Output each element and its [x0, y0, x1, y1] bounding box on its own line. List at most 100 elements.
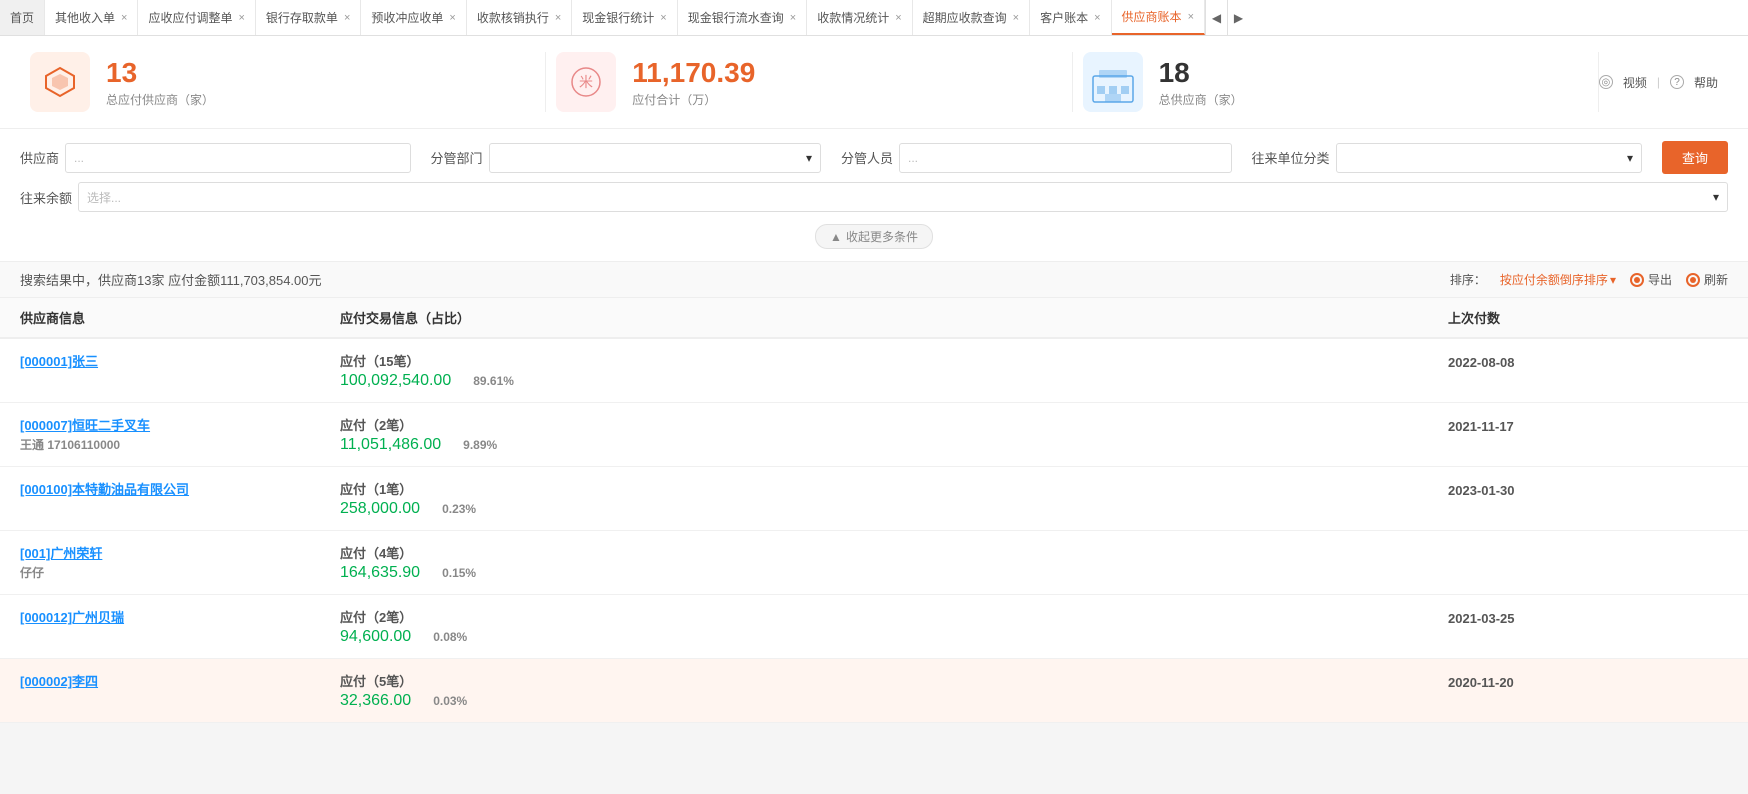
- row-1-tx-label: 应付（15笔）: [340, 351, 1448, 370]
- nav-tab-cash-flow-close[interactable]: ×: [790, 12, 796, 24]
- supplier-input[interactable]: ...: [65, 143, 410, 173]
- row-3-transaction: 应付（1笔） 258,000.00 0.23%: [340, 479, 1448, 518]
- row-2-tx-amount: 11,051,486.00: [340, 436, 441, 454]
- filter-person: 分管人员 ...: [841, 143, 1232, 173]
- row-4-supplier-link[interactable]: [001]广州荣轩: [20, 546, 102, 561]
- row-2-tx-row: 11,051,486.00 9.89%: [340, 436, 1448, 454]
- dept-select[interactable]: ▾: [489, 143, 821, 173]
- nav-tab-cash-flow-label: 现金银行流水查询: [688, 9, 784, 26]
- nav-tab-adjustment[interactable]: 应收应付调整单 ×: [138, 0, 255, 35]
- sort-select[interactable]: 按应付余额倒序排序 ▾: [1500, 271, 1616, 288]
- row-5-supplier-link[interactable]: [000012]广州贝瑞: [20, 610, 124, 625]
- nav-next-arrow[interactable]: ▶: [1227, 0, 1249, 35]
- nav-tab-home[interactable]: 首页: [0, 0, 45, 35]
- nav-tab-overdue-label: 超期应收款查询: [923, 9, 1007, 26]
- nav-tab-prepay[interactable]: 预收冲应收单 ×: [361, 0, 466, 35]
- nav-tab-bank-deposit[interactable]: 银行存取款单 ×: [256, 0, 361, 35]
- row-2-supplier-link[interactable]: [000007]恒旺二手叉车: [20, 418, 150, 433]
- row-3-supplier-link[interactable]: [000100]本特勤油品有限公司: [20, 482, 189, 497]
- results-summary: 搜索结果中，供应商13家 应付金额111,703,854.00元: [20, 270, 322, 289]
- nav-tab-cash-bank-stat-close[interactable]: ×: [660, 12, 666, 24]
- row-4-tx-row: 164,635.90 0.15%: [340, 564, 1448, 582]
- dept-dropdown-icon: ▾: [806, 151, 812, 165]
- payable-suppliers-text: 13 总应付供应商（家）: [106, 56, 214, 109]
- nav-tab-overdue[interactable]: 超期应收款查询 ×: [913, 0, 1030, 35]
- filter-supplier: 供应商 ...: [20, 143, 411, 173]
- nav-tab-cash-bank-stat[interactable]: 现金银行统计 ×: [572, 0, 677, 35]
- video-link[interactable]: 视频: [1623, 74, 1647, 91]
- help-link[interactable]: 帮助: [1694, 74, 1718, 91]
- filter-bar: 供应商 ... 分管部门 ▾ 分管人员 ... 往来单位分类: [0, 129, 1748, 262]
- filter-row-1: 供应商 ... 分管部门 ▾ 分管人员 ... 往来单位分类: [20, 141, 1728, 174]
- nav-tab-other-income[interactable]: 其他收入单 ×: [45, 0, 138, 35]
- nav-tab-customer-ledger-label: 客户账本: [1040, 9, 1088, 26]
- row-5-last-pay: 2021-03-25: [1448, 607, 1648, 626]
- row-6-supplier-id: [000002]李四: [20, 674, 98, 689]
- row-5-supplier-id: [000012]广州贝瑞: [20, 610, 124, 625]
- table-row: [000012]广州贝瑞 应付（2笔） 94,600.00 0.08% 2021…: [0, 595, 1748, 659]
- refresh-radio-icon: [1686, 273, 1700, 287]
- balance-select[interactable]: 选择... ▾: [78, 182, 1728, 212]
- row-4-supplier: [001]广州荣轩 仔仔: [20, 543, 340, 581]
- nav-tab-receipt-stat-close[interactable]: ×: [895, 12, 901, 24]
- top-right-links: ◎ 视频 | ? 帮助: [1599, 74, 1728, 91]
- payable-supplier-icon: [30, 52, 90, 112]
- nav-tab-verify-label: 收款核销执行: [477, 9, 549, 26]
- table-row: [001]广州荣轩 仔仔 应付（4笔） 164,635.90 0.15%: [0, 531, 1748, 595]
- export-button[interactable]: 导出: [1630, 271, 1672, 288]
- collapse-up-icon: ▲: [830, 230, 842, 244]
- nav-tab-verify-close[interactable]: ×: [555, 12, 561, 24]
- nav-tab-supplier-ledger-close[interactable]: ×: [1188, 11, 1194, 23]
- nav-tab-customer-ledger-close[interactable]: ×: [1094, 12, 1100, 24]
- row-6-tx-label: 应付（5笔）: [340, 671, 1448, 690]
- summary-card-payable-suppliers: 13 总应付供应商（家）: [20, 52, 546, 112]
- row-2-supplier: [000007]恒旺二手叉车 王通 17106110000: [20, 415, 340, 453]
- total-suppliers-number: 18: [1159, 56, 1243, 90]
- filter-category: 往来单位分类 ▾: [1252, 143, 1643, 173]
- row-3-tx-row: 258,000.00 0.23%: [340, 500, 1448, 518]
- nav-tab-adjustment-close[interactable]: ×: [238, 12, 244, 24]
- row-1-supplier-link[interactable]: [000001]张三: [20, 354, 98, 369]
- nav-tab-adjustment-label: 应收应付调整单: [148, 9, 232, 26]
- nav-tab-cash-flow[interactable]: 现金银行流水查询 ×: [678, 0, 807, 35]
- summary-bar: 13 总应付供应商（家） 米 11,170.39 应付合计（万）: [0, 36, 1748, 129]
- nav-tab-customer-ledger[interactable]: 客户账本 ×: [1030, 0, 1111, 35]
- person-input[interactable]: ...: [899, 143, 1231, 173]
- nav-tab-overdue-close[interactable]: ×: [1013, 12, 1019, 24]
- nav-tab-bank-deposit-close[interactable]: ×: [344, 12, 350, 24]
- row-4-tx-amount: 164,635.90: [340, 564, 420, 582]
- search-button[interactable]: 查询: [1662, 141, 1728, 174]
- row-1-supplier-id: [000001]张三: [20, 354, 98, 369]
- nav-tab-prepay-label: 预收冲应收单: [371, 9, 443, 26]
- nav-tab-bank-deposit-label: 银行存取款单: [266, 9, 338, 26]
- nav-tab-verify[interactable]: 收款核销执行 ×: [467, 0, 572, 35]
- nav-tab-supplier-ledger[interactable]: 供应商账本 ×: [1112, 0, 1205, 35]
- sep1: |: [1657, 75, 1660, 89]
- circle-icon: ◎: [1599, 75, 1613, 89]
- results-right: 排序： 按应付余额倒序排序 ▾ 导出 刷新: [1450, 271, 1728, 288]
- nav-tab-receipt-stat[interactable]: 收款情况统计 ×: [807, 0, 912, 35]
- row-6-tx-percent: 0.03%: [433, 694, 467, 708]
- table-container: 供应商信息 应付交易信息（占比） 上次付数 [000001]张三 应付（15笔）…: [0, 298, 1748, 723]
- category-select[interactable]: ▾: [1336, 143, 1642, 173]
- results-bar: 搜索结果中，供应商13家 应付金额111,703,854.00元 排序： 按应付…: [0, 262, 1748, 298]
- balance-label: 往来余额: [20, 188, 72, 207]
- collapse-button[interactable]: ▲ 收起更多条件: [815, 224, 933, 249]
- person-dots: ...: [908, 151, 918, 165]
- nav-prev-arrow[interactable]: ◀: [1205, 0, 1227, 35]
- total-suppliers-text: 18 总供应商（家）: [1159, 56, 1243, 109]
- col-transaction-header: 应付交易信息（占比）: [340, 308, 1448, 327]
- nav-tab-home-label: 首页: [10, 9, 34, 26]
- row-6-tx-amount: 32,366.00: [340, 692, 411, 710]
- supplier-label: 供应商: [20, 148, 59, 167]
- row-5-tx-amount: 94,600.00: [340, 628, 411, 646]
- row-2-tx-label: 应付（2笔）: [340, 415, 1448, 434]
- payable-total-number: 11,170.39: [632, 56, 755, 90]
- row-3-last-pay: 2023-01-30: [1448, 479, 1648, 498]
- nav-tab-other-income-close[interactable]: ×: [121, 12, 127, 24]
- refresh-button[interactable]: 刷新: [1686, 271, 1728, 288]
- col-last-pay-header: 上次付数: [1448, 308, 1648, 327]
- nav-tab-prepay-close[interactable]: ×: [449, 12, 455, 24]
- row-6-supplier-link[interactable]: [000002]李四: [20, 674, 98, 689]
- row-2-last-pay: 2021-11-17: [1448, 415, 1648, 434]
